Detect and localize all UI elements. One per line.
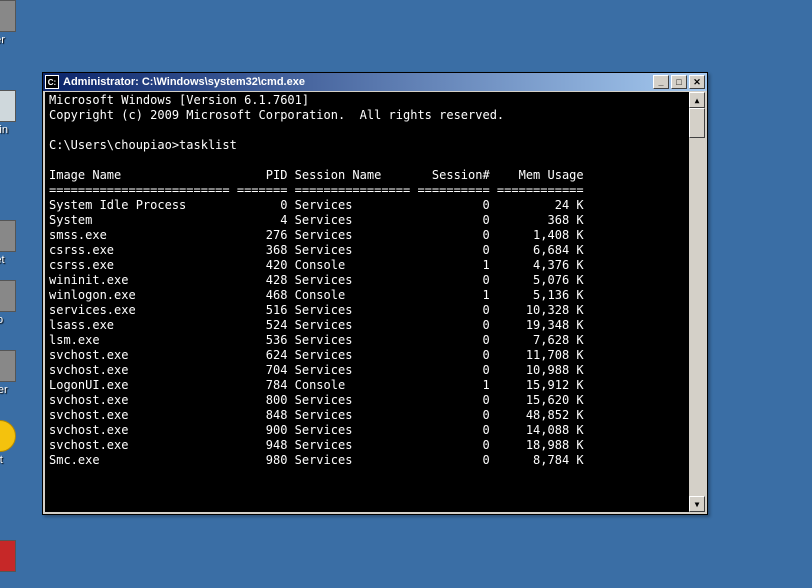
vertical-scrollbar[interactable]: ▲ ▼ bbox=[689, 92, 705, 512]
icon-label: it bbox=[0, 454, 30, 466]
console-output[interactable]: Microsoft Windows [Version 6.1.7601] Cop… bbox=[45, 92, 689, 512]
desktop-icon-shortcut-o[interactable]: o bbox=[0, 280, 30, 326]
cmd-window: C: Administrator: C:\Windows\system32\cm… bbox=[42, 72, 708, 515]
close-button[interactable]: ✕ bbox=[689, 75, 705, 89]
shortcut-o-icon bbox=[0, 280, 16, 312]
scroll-track[interactable] bbox=[689, 108, 705, 496]
icon-label: Bin bbox=[0, 124, 30, 136]
desktop-icon-shortcut-et[interactable]: et bbox=[0, 220, 30, 266]
desktop-icon-recycle-bin[interactable]: Bin bbox=[0, 90, 30, 136]
icon-label: o bbox=[0, 314, 30, 326]
desktop-icon-server[interactable]: ver bbox=[0, 350, 30, 396]
icon-label: er bbox=[0, 34, 30, 46]
icon-label: et bbox=[0, 254, 30, 266]
maximize-button[interactable]: □ bbox=[671, 75, 687, 89]
desktop-icon-red-cube[interactable] bbox=[0, 540, 30, 574]
desktop-icon-computer[interactable]: er bbox=[0, 0, 30, 46]
server-icon bbox=[0, 350, 16, 382]
coins-icon bbox=[0, 420, 16, 452]
scroll-up-button[interactable]: ▲ bbox=[689, 92, 705, 108]
scroll-thumb[interactable] bbox=[689, 108, 705, 138]
shortcut-et-icon bbox=[0, 220, 16, 252]
computer-icon bbox=[0, 0, 16, 32]
minimize-button[interactable]: _ bbox=[653, 75, 669, 89]
recycle-bin-icon bbox=[0, 90, 16, 122]
titlebar[interactable]: C: Administrator: C:\Windows\system32\cm… bbox=[43, 73, 707, 91]
cmd-icon: C: bbox=[45, 75, 59, 89]
desktop-icon-coins[interactable]: it bbox=[0, 420, 30, 466]
icon-label: ver bbox=[0, 384, 30, 396]
window-title: Administrator: C:\Windows\system32\cmd.e… bbox=[63, 76, 653, 88]
red-cube-icon bbox=[0, 540, 16, 572]
scroll-down-button[interactable]: ▼ bbox=[689, 496, 705, 512]
